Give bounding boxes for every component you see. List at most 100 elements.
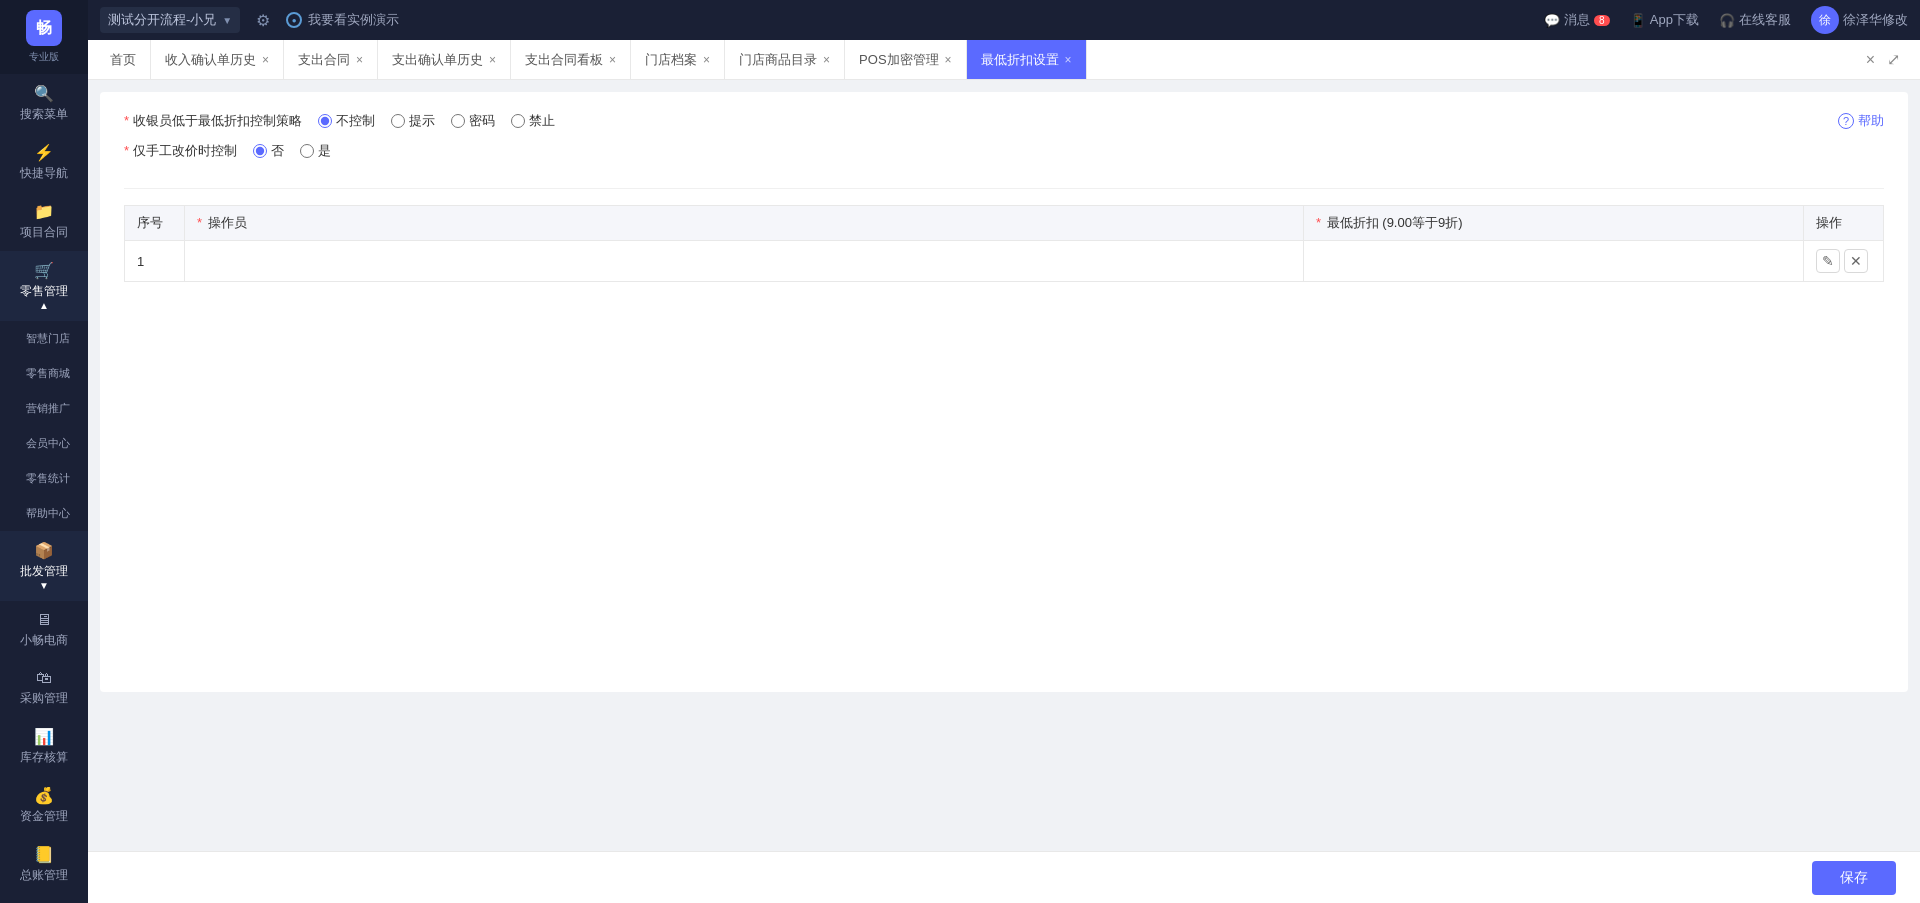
tab-close-icon[interactable]: × [489, 53, 496, 67]
tab-income-confirm[interactable]: 收入确认单历史 × [151, 40, 284, 80]
sidebar-item-smart-store[interactable]: 智慧门店 [0, 321, 88, 356]
tab-min-discount[interactable]: 最低折扣设置 × [967, 40, 1087, 80]
radio-password-input[interactable] [451, 114, 465, 128]
radio-manual-yes-label: 是 [318, 142, 331, 160]
footer-bar: 保存 [88, 851, 1920, 903]
tabbar: 首页 收入确认单历史 × 支出合同 × 支出确认单历史 × 支出合同看板 × 门… [88, 40, 1920, 80]
sidebar: 畅 专业版 🔍 搜索菜单 ⚡ 快捷导航 📁 项目合同 🛒 零售管理 ▲ 智慧门店… [0, 0, 88, 903]
message-icon: 💬 [1544, 13, 1560, 28]
tab-payment-contract[interactable]: 支出合同 × [284, 40, 378, 80]
tab-close-icon[interactable]: × [945, 53, 952, 67]
app-download-label: App下载 [1650, 11, 1699, 29]
radio-no-control[interactable]: 不控制 [318, 112, 375, 130]
sidebar-item-help-center[interactable]: 帮助中心 [0, 496, 88, 531]
sidebar-item-project[interactable]: 📁 项目合同 [0, 192, 88, 251]
message-badge: 8 [1594, 15, 1610, 26]
radio-manual-no-input[interactable] [253, 144, 267, 158]
required-mark: * [197, 215, 202, 230]
radio-remind[interactable]: 提示 [391, 112, 435, 130]
radio-manual-yes-input[interactable] [300, 144, 314, 158]
app-download-button[interactable]: 📱 App下载 [1630, 11, 1699, 29]
sidebar-item-search[interactable]: 🔍 搜索菜单 [0, 74, 88, 133]
radio-forbid[interactable]: 禁止 [511, 112, 555, 130]
radio-manual-no[interactable]: 否 [253, 142, 284, 160]
sidebar-item-marketing[interactable]: 营销推广 [0, 391, 88, 426]
tab-payment-board[interactable]: 支出合同看板 × [511, 40, 631, 80]
sidebar-item-ecommerce[interactable]: 🖥 小畅电商 [0, 601, 88, 659]
shopping-icon: 🛍 [36, 669, 52, 687]
table-scroll-area: 序号 * 操作员 * 最低折扣 (9.00等于9折) 操作 [124, 205, 1884, 282]
seq-value: 1 [137, 254, 144, 269]
chart-icon: 📊 [34, 727, 54, 746]
sidebar-item-retail[interactable]: 🛒 零售管理 ▲ [0, 251, 88, 321]
sidebar-item-member[interactable]: 会员中心 [0, 426, 88, 461]
avatar: 徐 [1811, 6, 1839, 34]
sidebar-sub-label: 零售商城 [26, 366, 70, 381]
sidebar-sub-label: 会员中心 [26, 436, 70, 451]
logo-icon: 畅 [26, 10, 62, 46]
col-discount-label: 最低折扣 (9.00等于9折) [1327, 215, 1463, 230]
edit-button[interactable]: ✎ [1816, 249, 1840, 273]
tab-expand-icon[interactable]: ⤢ [1883, 48, 1904, 71]
delete-button[interactable]: ✕ [1844, 249, 1868, 273]
sidebar-item-ledger[interactable]: 📒 总账管理 [0, 835, 88, 894]
tab-close-icon[interactable]: × [356, 53, 363, 67]
sidebar-item-inventory[interactable]: 📊 库存核算 [0, 717, 88, 776]
tab-home[interactable]: 首页 [96, 40, 151, 80]
user-profile[interactable]: 徐 徐泽华修改 [1811, 6, 1908, 34]
sidebar-item-quicknav[interactable]: ⚡ 快捷导航 [0, 133, 88, 192]
tab-store-file[interactable]: 门店档案 × [631, 40, 725, 80]
sidebar-item-label: 库存核算 [20, 749, 68, 766]
message-label: 消息 [1564, 11, 1590, 29]
cell-actions: ✎ ✕ [1804, 241, 1884, 282]
col-header-seq: 序号 [125, 206, 185, 241]
tab-close-all-icon[interactable]: × [1862, 49, 1879, 71]
search-icon: 🔍 [34, 84, 54, 103]
radio-manual-no-label: 否 [271, 142, 284, 160]
tab-close-icon[interactable]: × [823, 53, 830, 67]
online-service-button[interactable]: 🎧 在线客服 [1719, 11, 1791, 29]
sidebar-item-purchase[interactable]: 🛍 采购管理 [0, 659, 88, 717]
sidebar-item-wholesale[interactable]: 📦 批发管理 ▼ [0, 531, 88, 601]
project-selector[interactable]: 测试分开流程-小兄 ▼ [100, 7, 240, 33]
sidebar-item-retail-stat[interactable]: 零售统计 [0, 461, 88, 496]
tab-close-icon[interactable]: × [703, 53, 710, 67]
help-link[interactable]: ? 帮助 [1838, 112, 1884, 130]
radio-manual-yes[interactable]: 是 [300, 142, 331, 160]
tab-store-catalog[interactable]: 门店商品目录 × [725, 40, 845, 80]
tab-payment-confirm[interactable]: 支出确认单历史 × [378, 40, 511, 80]
message-button[interactable]: 💬 消息 8 [1544, 11, 1610, 29]
tab-label: 门店商品目录 [739, 51, 817, 69]
save-button[interactable]: 保存 [1812, 861, 1896, 895]
radio-remind-input[interactable] [391, 114, 405, 128]
radio-forbid-input[interactable] [511, 114, 525, 128]
radio-password[interactable]: 密码 [451, 112, 495, 130]
table-header-row: 序号 * 操作员 * 最低折扣 (9.00等于9折) 操作 [125, 206, 1884, 241]
chevron-up-icon: ▲ [39, 300, 49, 311]
help-text: 帮助 [1858, 112, 1884, 130]
sidebar-sub-label: 营销推广 [26, 401, 70, 416]
sidebar-item-finance[interactable]: 💰 资金管理 [0, 776, 88, 835]
form-section: 收银员低于最低折扣控制策略 不控制 提示 密码 [124, 112, 1884, 189]
main-area: 测试分开流程-小兄 ▼ ⚙ ● 我要看实例演示 💬 消息 8 📱 App下载 🎧… [88, 0, 1920, 903]
headset-icon: 🎧 [1719, 13, 1735, 28]
chevron-down-icon: ▼ [222, 15, 232, 26]
tab-label: 支出确认单历史 [392, 51, 483, 69]
radio-no-control-input[interactable] [318, 114, 332, 128]
tab-close-icon[interactable]: × [609, 53, 616, 67]
col-header-discount: * 最低折扣 (9.00等于9折) [1304, 206, 1804, 241]
tab-close-active-icon[interactable]: × [1065, 53, 1072, 67]
sidebar-item-invoice[interactable]: 🧾 发票管理 [0, 894, 88, 903]
radio-remind-label: 提示 [409, 112, 435, 130]
demo-button[interactable]: ● 我要看实例演示 [286, 11, 399, 29]
sidebar-item-label: 零售管理 [20, 283, 68, 300]
cart-icon: 🛒 [34, 261, 54, 280]
topbar-right: 💬 消息 8 📱 App下载 🎧 在线客服 徐 徐泽华修改 [1544, 6, 1908, 34]
tab-close-icon[interactable]: × [262, 53, 269, 67]
col-seq-label: 序号 [137, 215, 163, 230]
tab-label: 门店档案 [645, 51, 697, 69]
chevron-down-icon: ▼ [39, 580, 49, 591]
settings-icon[interactable]: ⚙ [256, 11, 270, 30]
tab-pos-security[interactable]: POS加密管理 × [845, 40, 966, 80]
sidebar-item-online-mall[interactable]: 零售商城 [0, 356, 88, 391]
